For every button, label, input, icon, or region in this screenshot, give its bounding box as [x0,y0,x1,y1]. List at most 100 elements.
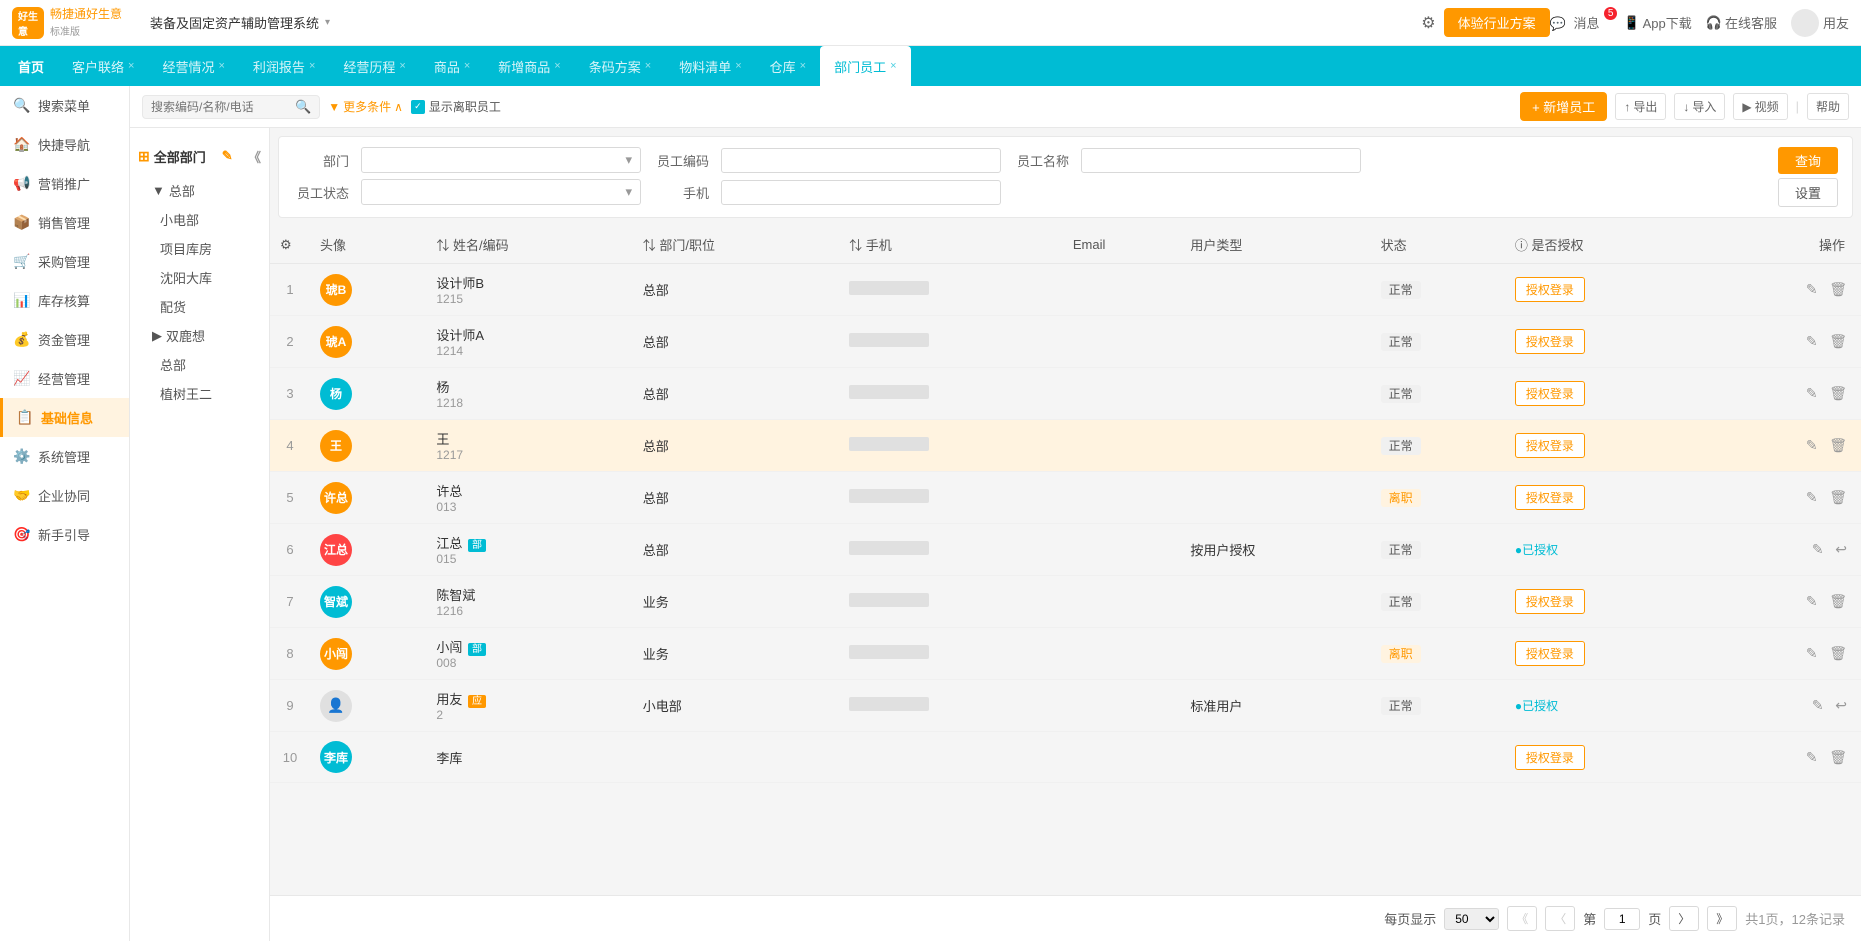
edit-btn[interactable]: ✎ [1802,331,1822,352]
close-icon[interactable]: × [554,60,560,72]
last-page-btn[interactable]: 》 [1707,906,1737,931]
tab-home[interactable]: 首页 [4,46,58,86]
edit-btn[interactable]: ✎ [1808,539,1828,560]
delete-btn[interactable]: ↩ [1831,695,1851,716]
auth-login-btn[interactable]: 授权登录 [1515,277,1585,302]
set-btn[interactable]: 设置 [1778,178,1838,207]
edit-btn[interactable]: ✎ [1808,695,1828,716]
help-btn[interactable]: 帮助 [1807,93,1849,120]
user-area[interactable]: 用友 [1791,9,1849,37]
tab-barcode[interactable]: 条码方案× [575,46,665,86]
delete-btn[interactable]: 🗑 [1825,383,1851,404]
sidebar-item-operation[interactable]: 📈 经营管理 [0,359,129,398]
sidebar-item-guide[interactable]: 🎯 新手引导 [0,515,129,554]
sidebar-item-purchase[interactable]: 🛒 采购管理 [0,242,129,281]
delete-btn[interactable]: 🗑 [1825,747,1851,768]
delete-btn[interactable]: 🗑 [1825,435,1851,456]
emp-status-select[interactable]: ▾ [361,179,641,205]
collapse-panel-btn[interactable]: 《 [248,147,261,166]
sidebar-item-basic[interactable]: 📋 基础信息 [0,398,129,437]
auth-login-btn[interactable]: 授权登录 [1515,381,1585,406]
dept-item-xiaodian[interactable]: 小电部 [136,205,269,234]
th-phone[interactable]: ⇅ 手机 [839,226,1063,264]
close-icon[interactable]: × [309,60,315,72]
close-icon[interactable]: × [464,60,470,72]
search-input[interactable] [151,100,291,114]
tab-warehouse[interactable]: 仓库× [756,46,820,86]
view-btn[interactable]: ▶ 视频 [1733,93,1787,120]
settings-icon[interactable]: ⚙ [1421,13,1435,33]
sidebar-item-sales[interactable]: 📦 销售管理 [0,203,129,242]
edit-btn[interactable]: ✎ [1802,487,1822,508]
edit-btn[interactable]: ✎ [1802,279,1822,300]
dept-item-peihuo[interactable]: 配货 [136,292,269,321]
more-filter-btn[interactable]: ▼ 更多条件 ∧ [328,98,403,115]
dept-item-zhishu[interactable]: 植树王二 [136,379,269,408]
close-icon[interactable]: × [890,60,896,72]
sidebar-item-inventory[interactable]: 📊 库存核算 [0,281,129,320]
app-download[interactable]: 📱App下载 [1623,13,1691,32]
dept-item-general[interactable]: ▼ 总部 [136,176,269,205]
tab-bom[interactable]: 物料清单× [665,46,755,86]
th-settings[interactable]: ⚙ [270,226,310,264]
search-box[interactable]: 🔍 [142,95,320,119]
close-icon[interactable]: × [399,60,405,72]
sidebar-item-marketing[interactable]: 📢 营销推广 [0,164,129,203]
sidebar-item-system[interactable]: ⚙️ 系统管理 [0,437,129,476]
close-icon[interactable]: × [800,60,806,72]
edit-dept-icon[interactable]: ✎ [214,142,241,170]
dept-filter-select[interactable]: ▾ [361,147,641,173]
delete-btn[interactable]: ↩ [1831,539,1851,560]
emp-name-input[interactable] [1081,148,1361,173]
next-page-btn[interactable]: 〉 [1669,906,1699,931]
auth-login-btn[interactable]: 授权登录 [1515,433,1585,458]
tab-new-goods[interactable]: 新增商品× [484,46,574,86]
prev-page-btn[interactable]: 〈 [1545,906,1575,931]
add-employee-btn[interactable]: + 新增员工 [1520,92,1607,121]
edit-btn[interactable]: ✎ [1802,383,1822,404]
auth-login-btn[interactable]: 授权登录 [1515,329,1585,354]
close-icon[interactable]: × [735,60,741,72]
auth-login-btn[interactable]: 授权登录 [1515,641,1585,666]
edit-btn[interactable]: ✎ [1802,643,1822,664]
import-btn[interactable]: ↓ 导入 [1674,93,1725,120]
edit-btn[interactable]: ✎ [1802,591,1822,612]
auth-login-btn[interactable]: 授权登录 [1515,745,1585,770]
delete-btn[interactable]: 🗑 [1825,279,1851,300]
tab-department[interactable]: 部门员工× [820,46,910,86]
close-icon[interactable]: × [645,60,651,72]
export-btn[interactable]: ↑ 导出 [1615,93,1666,120]
tab-goods[interactable]: 商品× [420,46,484,86]
dept-item-shenyang[interactable]: 沈阳大库 [136,263,269,292]
delete-btn[interactable]: 🗑 [1825,643,1851,664]
delete-btn[interactable]: 🗑 [1825,591,1851,612]
sidebar-item-finance[interactable]: 💰 资金管理 [0,320,129,359]
tab-business[interactable]: 经营情况× [148,46,238,86]
edit-btn[interactable]: ✎ [1802,435,1822,456]
per-page-select[interactable]: 50 20 100 [1444,908,1499,930]
th-name[interactable]: ⇅ 姓名/编码 [426,226,632,264]
online-service[interactable]: 🎧在线客服 [1706,13,1777,32]
close-icon[interactable]: × [128,60,134,72]
dept-item-zongbu[interactable]: 总部 [136,350,269,379]
trial-btn[interactable]: 体验行业方案 [1444,8,1550,37]
sidebar-item-collab[interactable]: 🤝 企业协同 [0,476,129,515]
query-btn[interactable]: 查询 [1778,147,1838,174]
sidebar-item-quick-nav[interactable]: 🏠 快捷导航 [0,125,129,164]
auth-login-btn[interactable]: 授权登录 [1515,589,1585,614]
message-icon[interactable]: 💬 5 消息 [1550,13,1610,32]
dept-item-project[interactable]: 项目库房 [136,234,269,263]
auth-login-btn[interactable]: 授权登录 [1515,485,1585,510]
emp-code-input[interactable] [721,148,1001,173]
th-dept[interactable]: ⇅ 部门/职位 [633,226,839,264]
page-number-input[interactable] [1604,908,1640,930]
dept-item-shuanglu[interactable]: ▶ 双鹿想 [136,321,269,350]
dropdown-arrow-icon[interactable]: ▾ [325,17,330,28]
delete-btn[interactable]: 🗑 [1825,487,1851,508]
close-icon[interactable]: × [218,60,224,72]
tab-history[interactable]: 经营历程× [329,46,419,86]
delete-btn[interactable]: 🗑 [1825,331,1851,352]
show-resigned-toggle[interactable]: ✓ 显示离职员工 [411,98,501,115]
sidebar-item-search[interactable]: 🔍 搜索菜单 [0,86,129,125]
first-page-btn[interactable]: 《 [1507,906,1537,931]
